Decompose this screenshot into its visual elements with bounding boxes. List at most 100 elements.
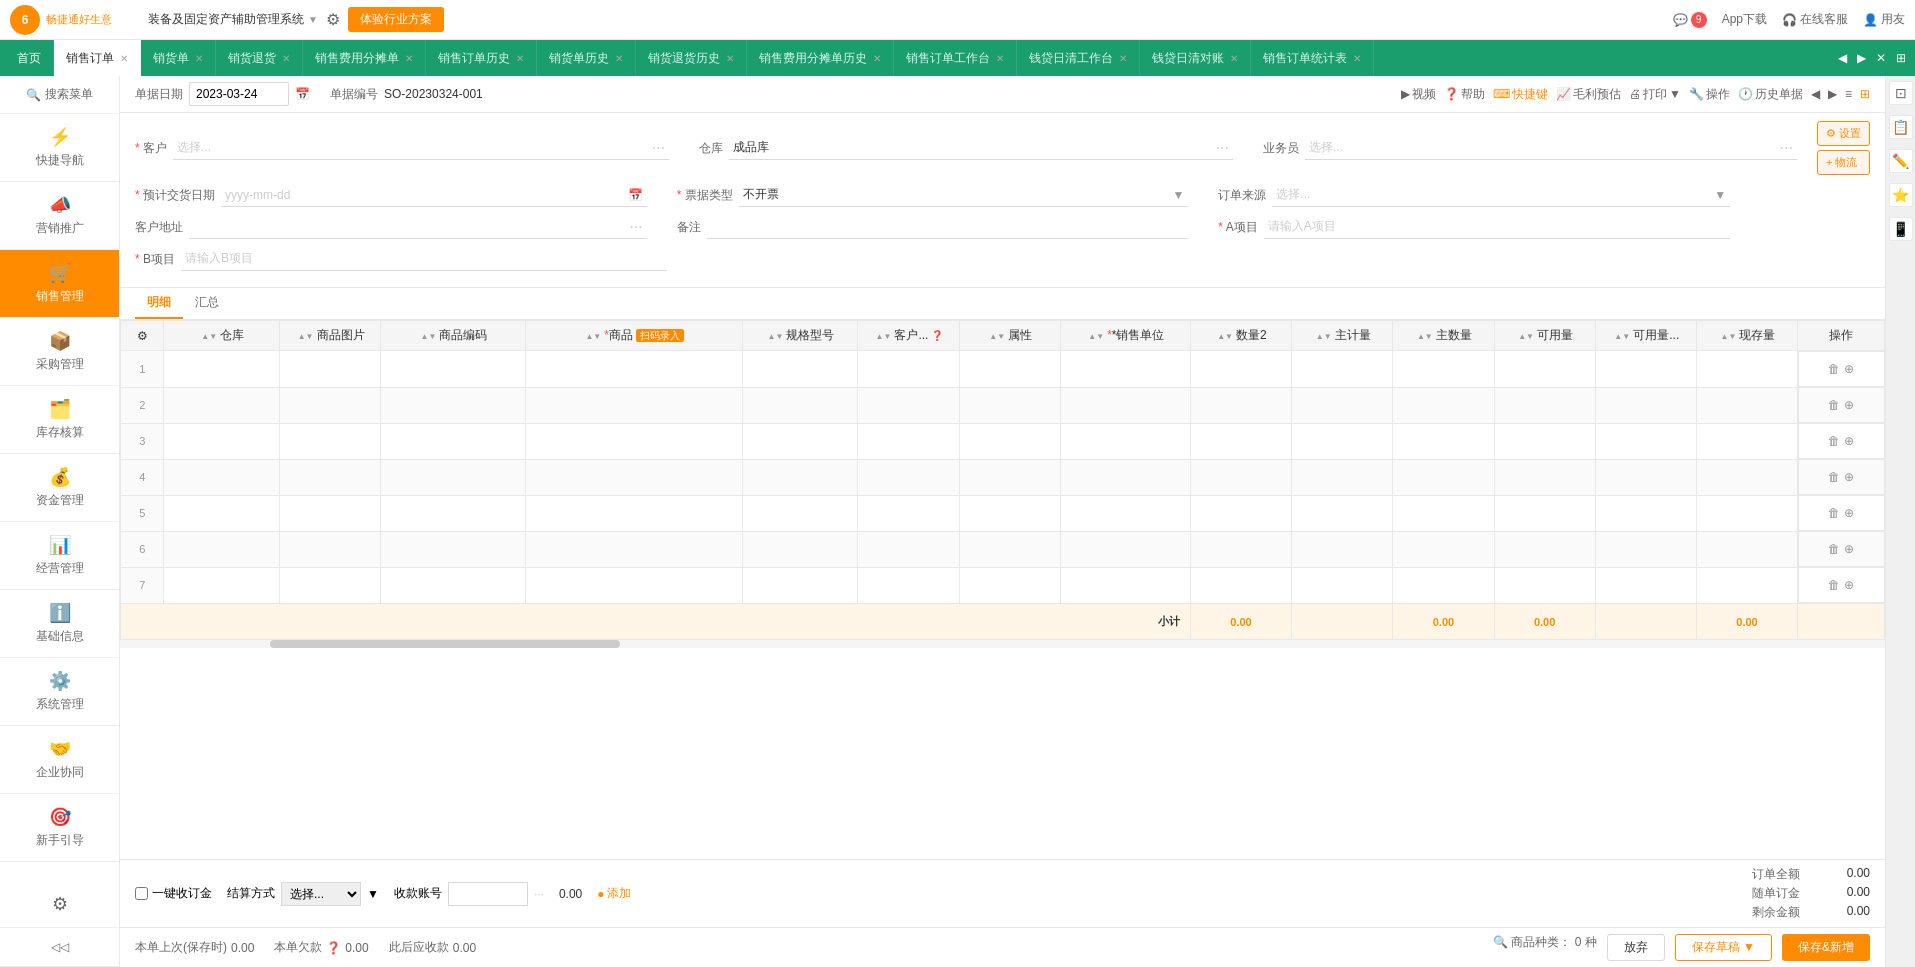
cell-main-qty[interactable]	[1393, 459, 1494, 495]
sidebar-item-sales[interactable]: 🛒 销售管理	[0, 250, 119, 318]
sidebar-item-enterprise[interactable]: 🤝 企业协同	[0, 726, 119, 794]
preview-btn[interactable]: ▶ 视频	[1401, 86, 1436, 103]
tab-grid-icon[interactable]: ⊞	[1892, 49, 1910, 67]
cell-qty2[interactable]	[1190, 351, 1291, 388]
dropdown-icon[interactable]: ▼	[1714, 188, 1726, 202]
print-btn[interactable]: 🖨 打印 ▼	[1629, 86, 1681, 103]
cell-unit[interactable]	[1060, 531, 1190, 567]
right-panel-icon-5[interactable]: 📱	[1889, 217, 1913, 241]
cell-main-qty[interactable]	[1393, 423, 1494, 459]
right-panel-icon-1[interactable]: ⊡	[1889, 81, 1913, 105]
sidebar-item-inventory[interactable]: 🗂️ 库存核算	[0, 386, 119, 454]
tab-close-icon[interactable]: ✕	[1353, 53, 1361, 64]
delete-icon[interactable]: 🗑	[1828, 434, 1840, 448]
tab-return[interactable]: 销货退货 ✕	[216, 40, 303, 76]
tab-right-arrow[interactable]: ▶	[1853, 49, 1870, 67]
tab-daily-reconcile[interactable]: 钱贷日清对账 ✕	[1140, 40, 1251, 76]
cell-attribute[interactable]	[959, 495, 1060, 531]
cell-product-code[interactable]	[381, 387, 526, 423]
cell-warehouse[interactable]	[164, 351, 280, 388]
sidebar-item-system[interactable]: ⚙️ 系统管理	[0, 658, 119, 726]
settings-panel-btn[interactable]: ⚙ 设置	[1817, 121, 1870, 146]
add-item-btn[interactable]: + 物流	[1817, 150, 1870, 175]
more-icon[interactable]: ···	[1216, 139, 1229, 157]
tab-close-icon[interactable]: ✕	[615, 53, 623, 64]
cell-attribute[interactable]	[959, 387, 1060, 423]
cell-attribute[interactable]	[959, 459, 1060, 495]
add-button[interactable]: ● 添加	[597, 885, 630, 902]
tab-left-arrow[interactable]: ◀	[1834, 49, 1851, 67]
tab-home[interactable]: 首页	[5, 40, 54, 76]
dropdown-icon[interactable]: ▼	[1172, 188, 1184, 202]
tab-detail[interactable]: 明细	[135, 288, 183, 319]
cell-product-code[interactable]	[381, 423, 526, 459]
scan-button[interactable]: 扫码录入	[636, 329, 684, 342]
cell-customer[interactable]	[858, 531, 959, 567]
cell-warehouse[interactable]	[164, 459, 280, 495]
copy-icon[interactable]: ⊕	[1844, 398, 1854, 412]
user-menu[interactable]: 👤 用友	[1863, 11, 1905, 28]
scrollbar-thumb[interactable]	[270, 640, 620, 648]
warehouse-value[interactable]: 成品库 ···	[729, 136, 1233, 160]
online-service-link[interactable]: 🎧 在线客服	[1782, 11, 1848, 28]
tab-sales-order[interactable]: 销售订单 ✕	[54, 40, 141, 76]
print-arrow-icon[interactable]: ▼	[1669, 87, 1681, 101]
cell-product[interactable]	[525, 423, 742, 459]
tab-close-icon[interactable]: ✕	[195, 53, 203, 64]
customer-value[interactable]: 选择... ···	[173, 136, 669, 160]
profit-btn[interactable]: 📈 毛利预估	[1556, 86, 1621, 103]
app-download-link[interactable]: App下载	[1722, 11, 1767, 28]
more-icon[interactable]: ···	[652, 139, 665, 157]
cell-attribute[interactable]	[959, 567, 1060, 604]
project-a-value[interactable]: 请输入A项目	[1264, 215, 1730, 239]
cell-warehouse[interactable]	[164, 387, 280, 423]
cell-product-code[interactable]	[381, 459, 526, 495]
right-panel-icon-3[interactable]: ✏️	[1889, 149, 1913, 173]
sidebar-item-basic-info[interactable]: ℹ️ 基础信息	[0, 590, 119, 658]
cell-attribute[interactable]	[959, 423, 1060, 459]
solution-button[interactable]: 体验行业方案	[348, 7, 444, 32]
dropdown-arrow-icon[interactable]: ▼	[308, 14, 318, 25]
copy-icon[interactable]: ⊕	[1844, 506, 1854, 520]
invoice-value[interactable]: 不开票 ▼	[739, 183, 1189, 207]
nav-left-icon[interactable]: ◀	[1811, 87, 1820, 101]
sidebar-item-purchase[interactable]: 📦 采购管理	[0, 318, 119, 386]
calendar-icon[interactable]: 📅	[628, 188, 643, 202]
staff-value[interactable]: 选择... ···	[1305, 136, 1797, 160]
tab-fee-history[interactable]: 销售费用分摊单历史 ✕	[747, 40, 894, 76]
settle-select[interactable]: 选择...	[281, 882, 361, 906]
cell-main-unit[interactable]	[1292, 531, 1393, 567]
tab-close-icon[interactable]: ✕	[1119, 53, 1127, 64]
sidebar-settings[interactable]: ⚙	[0, 881, 119, 928]
tab-workbench[interactable]: 销售订单工作台 ✕	[894, 40, 1017, 76]
more-icon[interactable]: ···	[1780, 139, 1793, 157]
shortcut-btn[interactable]: ⌨ 快捷键	[1493, 86, 1548, 103]
help-btn[interactable]: ❓ 帮助	[1444, 86, 1485, 103]
tab-close-icon[interactable]: ✕	[1230, 53, 1238, 64]
sidebar-item-search[interactable]: 🔍 搜索菜单	[0, 76, 119, 114]
right-panel-icon-2[interactable]: 📋	[1889, 115, 1913, 139]
tab-stats[interactable]: 销售订单统计表 ✕	[1251, 40, 1374, 76]
tab-sales-slip[interactable]: 销货单 ✕	[141, 40, 216, 76]
cell-qty2[interactable]	[1190, 387, 1291, 423]
cell-main-qty[interactable]	[1393, 495, 1494, 531]
cell-unit[interactable]	[1060, 387, 1190, 423]
date-input[interactable]	[189, 82, 289, 106]
cell-product-code[interactable]	[381, 567, 526, 604]
cell-product[interactable]	[525, 531, 742, 567]
message-icon[interactable]: 💬 9	[1673, 12, 1707, 28]
cell-product[interactable]	[525, 351, 742, 388]
right-panel-icon-4[interactable]: ⭐	[1889, 183, 1913, 207]
cell-main-qty[interactable]	[1393, 531, 1494, 567]
tab-close-icon[interactable]: ✕	[726, 53, 734, 64]
tab-close-icon[interactable]: ✕	[996, 53, 1004, 64]
cell-main-unit[interactable]	[1292, 387, 1393, 423]
delivery-value[interactable]: yyyy-mm-dd 📅	[221, 183, 647, 207]
delete-icon[interactable]: 🗑	[1828, 470, 1840, 484]
cell-product[interactable]	[525, 459, 742, 495]
settle-arrow[interactable]: ▼	[367, 887, 379, 901]
quick-collect-checkbox[interactable]	[135, 887, 148, 900]
tab-close-icon[interactable]: ✕	[873, 53, 881, 64]
cell-warehouse[interactable]	[164, 423, 280, 459]
cell-main-unit[interactable]	[1292, 423, 1393, 459]
